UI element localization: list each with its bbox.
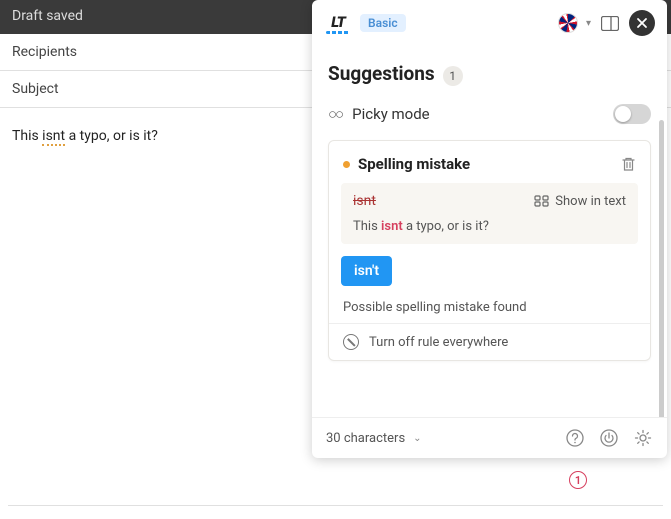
help-icon[interactable]: [565, 428, 585, 448]
highlighted-error: isnt: [381, 219, 403, 234]
suggestions-count-badge: 1: [443, 66, 463, 86]
error-count-badge[interactable]: 1: [569, 471, 587, 489]
panel-header: LT Basic ▾: [312, 0, 667, 46]
locate-icon: [534, 195, 549, 207]
gear-icon[interactable]: [633, 428, 653, 448]
turn-off-rule-label: Turn off rule everywhere: [369, 335, 508, 350]
picky-mode-row: ○○ Picky mode: [328, 104, 651, 124]
bottom-toolbar: [8, 505, 663, 519]
body-mistake-word[interactable]: isnt: [42, 128, 65, 146]
plan-badge[interactable]: Basic: [360, 14, 406, 32]
show-in-text-label: Show in text: [555, 194, 626, 209]
glasses-icon: ○○: [328, 105, 342, 123]
panel-body: Suggestions 1 ○○ Picky mode Spelling mis…: [312, 46, 667, 417]
panel-footer: 30 characters ⌄: [312, 417, 667, 458]
recipients-label: Recipients: [12, 44, 77, 60]
card-title: Spelling mistake: [358, 155, 470, 173]
suggestion-chip[interactable]: isn't: [341, 256, 392, 286]
power-icon[interactable]: [599, 428, 619, 448]
turn-off-rule-button[interactable]: Turn off rule everywhere: [329, 323, 650, 352]
suggestions-title: Suggestions: [328, 62, 435, 85]
lt-panel: LT Basic ▾ Suggestions 1 ○○ Picky mode S: [312, 0, 667, 458]
trash-icon[interactable]: [621, 156, 636, 172]
scrollbar[interactable]: [659, 120, 664, 417]
example-sentence: This isnt a typo, or is it?: [353, 219, 626, 234]
chevron-down-icon[interactable]: ▾: [586, 18, 591, 29]
picky-mode-toggle[interactable]: [613, 104, 651, 124]
char-count: 30 characters: [326, 431, 405, 446]
window-mode-icon[interactable]: [599, 12, 621, 34]
body-text-pre: This: [12, 128, 42, 144]
subject-label: Subject: [12, 81, 59, 97]
example-box: isnt Show in text This isnt a typo, or i…: [341, 183, 638, 244]
suggestion-card: Spelling mistake isnt Show in text This …: [328, 140, 651, 361]
body-text-post: a typo, or is it?: [65, 128, 158, 144]
ban-icon: [343, 334, 359, 350]
language-flag-icon[interactable]: [558, 13, 578, 33]
struck-word: isnt: [353, 193, 376, 209]
chevron-down-icon[interactable]: ⌄: [413, 433, 421, 444]
suggestions-header: Suggestions 1: [328, 62, 651, 86]
picky-mode-label: Picky mode: [352, 105, 430, 123]
severity-dot-icon: [343, 161, 350, 168]
lt-logo-icon: LT: [324, 13, 352, 34]
close-button[interactable]: [629, 10, 655, 36]
draft-status-text: Draft saved: [12, 8, 83, 24]
show-in-text-button[interactable]: Show in text: [534, 194, 626, 209]
explanation-text: Possible spelling mistake found: [343, 300, 636, 315]
